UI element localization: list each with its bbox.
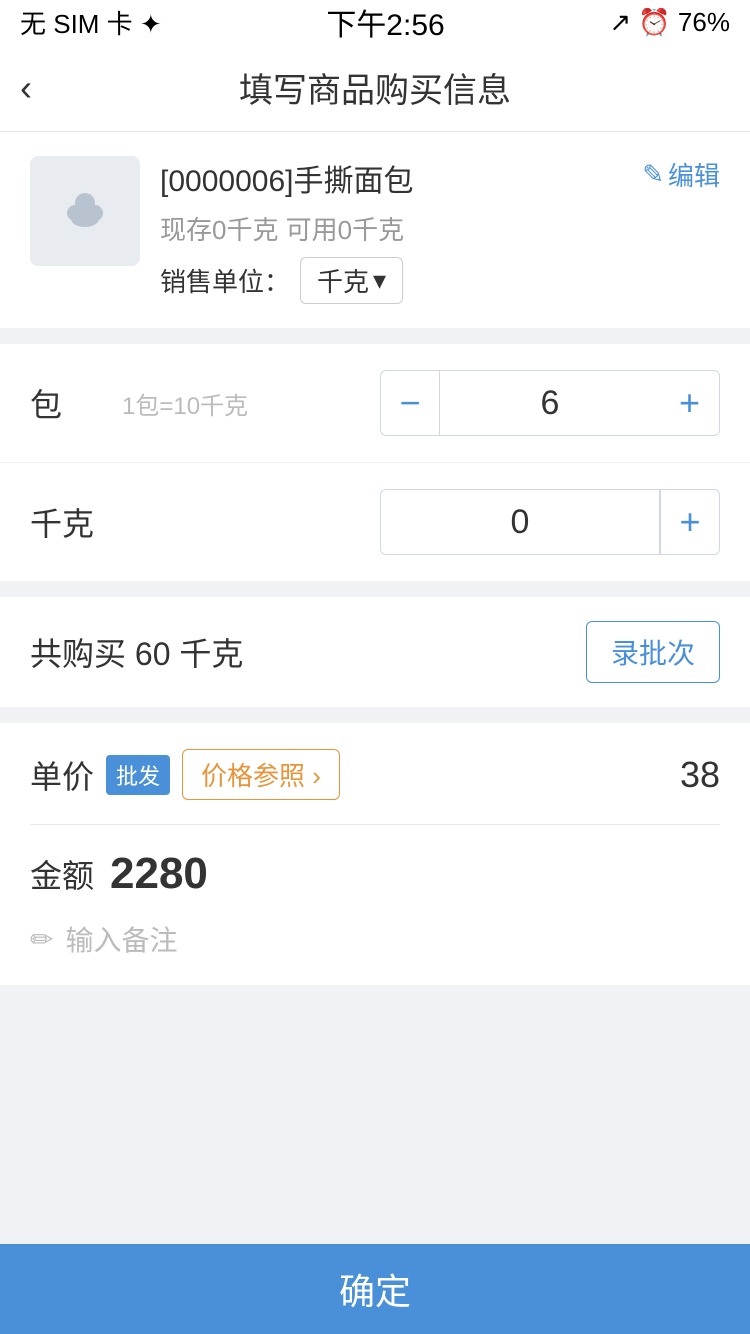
status-carrier: 无 SIM 卡 ✦ — [20, 4, 162, 41]
edit-button[interactable]: ✎ 编辑 — [642, 156, 720, 193]
amount-label: 金额 — [30, 851, 94, 897]
unit-label: 销售单位： — [160, 262, 290, 299]
status-time: 下午2:56 — [326, 0, 444, 44]
edit-icon: ✎ — [642, 159, 664, 190]
package-controls: − + — [380, 370, 720, 436]
package-label: 包 — [30, 380, 110, 426]
kg-label: 千克 — [30, 499, 110, 545]
product-stock: 现存0千克 可用0千克 — [160, 210, 720, 247]
product-thumbnail-icon — [55, 181, 115, 241]
package-minus-button[interactable]: − — [380, 370, 440, 436]
amount-row: 金额 2280 — [30, 849, 720, 899]
summary-row: 共购买 60 千克 录批次 — [0, 597, 750, 707]
total-summary-text: 共购买 60 千克 — [30, 629, 243, 675]
kg-row: 千克 + — [0, 463, 750, 581]
price-value: 38 — [680, 754, 720, 796]
price-section: 单价 批发 价格参照 › 38 金额 2280 ✏ 输入备注 — [0, 723, 750, 985]
unit-value: 千克 — [317, 262, 369, 299]
note-icon: ✏ — [30, 923, 53, 956]
dropdown-icon: ▾ — [373, 265, 386, 296]
note-placeholder: 输入备注 — [65, 919, 177, 959]
quantity-section: 包 1包=10千克 − + 千克 + — [0, 344, 750, 581]
package-sublabel: 1包=10千克 — [122, 386, 248, 421]
nav-bar: ‹ 填写商品购买信息 — [0, 44, 750, 132]
price-ref-button[interactable]: 价格参照 › — [182, 749, 340, 800]
status-bar: 无 SIM 卡 ✦ 下午2:56 ↗ ⏰ 76% — [0, 0, 750, 44]
kg-controls: + — [380, 489, 720, 555]
kg-input[interactable] — [380, 489, 660, 555]
package-plus-button[interactable]: + — [660, 370, 720, 436]
price-left: 单价 批发 价格参照 › — [30, 749, 340, 800]
page-title: 填写商品购买信息 — [239, 63, 511, 112]
price-row: 单价 批发 价格参照 › 38 — [30, 749, 720, 800]
product-unit-row: 销售单位： 千克 ▾ — [160, 257, 720, 304]
price-label: 单价 — [30, 752, 94, 798]
package-input[interactable] — [440, 370, 660, 436]
product-name: [0000006]手撕面包 — [160, 156, 413, 200]
unit-select[interactable]: 千克 ▾ — [300, 257, 403, 304]
amount-value: 2280 — [110, 849, 208, 899]
back-button[interactable]: ‹ — [20, 67, 32, 109]
divider — [30, 824, 720, 825]
edit-label: 编辑 — [668, 156, 720, 193]
status-right: ↗ ⏰ 76% — [609, 7, 730, 38]
note-row[interactable]: ✏ 输入备注 — [30, 919, 720, 959]
product-card: [0000006]手撕面包 ✎ 编辑 现存0千克 可用0千克 销售单位： 千克 … — [0, 132, 750, 328]
batch-button[interactable]: 录批次 — [586, 621, 720, 683]
confirm-button[interactable]: 确定 — [0, 1244, 750, 1334]
kg-plus-button[interactable]: + — [660, 489, 720, 555]
product-image — [30, 156, 140, 266]
package-row: 包 1包=10千克 − + — [0, 344, 750, 463]
product-info: [0000006]手撕面包 ✎ 编辑 现存0千克 可用0千克 销售单位： 千克 … — [160, 156, 720, 304]
price-tag: 批发 — [106, 755, 170, 795]
